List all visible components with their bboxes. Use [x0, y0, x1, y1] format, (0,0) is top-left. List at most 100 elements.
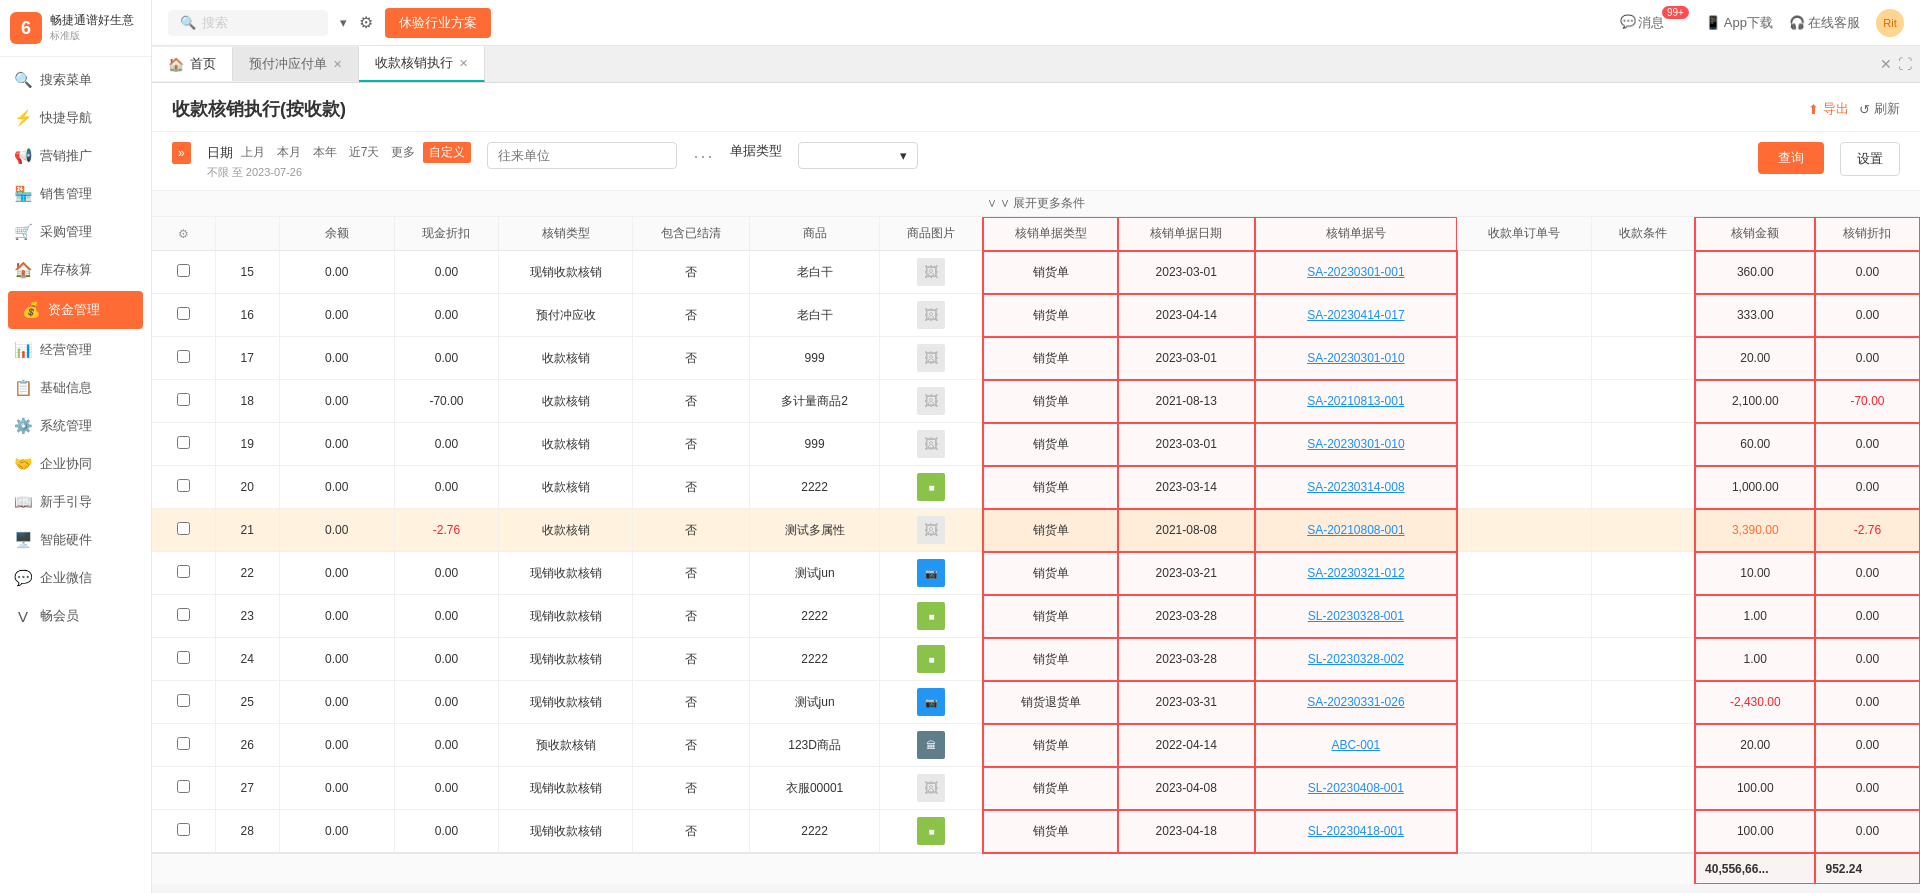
bill-no-link[interactable]: SL-20230328-002 [1308, 652, 1404, 666]
row-checkbox[interactable] [177, 608, 190, 621]
td-bill-no[interactable]: SA-20230301-001 [1255, 251, 1457, 294]
filter-expand-button[interactable]: » [172, 142, 191, 164]
td-bill-no[interactable]: SA-20230314-008 [1255, 466, 1457, 509]
td-checkbox[interactable] [152, 509, 216, 552]
td-bill-no[interactable]: SA-20230414-017 [1255, 294, 1457, 337]
tab-home[interactable]: 🏠 首页 [152, 47, 233, 81]
th-settings[interactable]: ⚙ [152, 217, 216, 251]
td-bill-no[interactable]: SA-20210813-001 [1255, 380, 1457, 423]
date-7days-btn[interactable]: 近7天 [345, 142, 384, 163]
row-checkbox[interactable] [177, 522, 190, 535]
sidebar-item-inventory[interactable]: 🏠 库存核算 [0, 251, 151, 289]
row-checkbox[interactable] [177, 651, 190, 664]
row-checkbox[interactable] [177, 565, 190, 578]
bill-no-link[interactable]: SL-20230408-001 [1308, 781, 1404, 795]
tab-prepay-writeoff[interactable]: 预付冲应付单 ✕ [233, 47, 359, 81]
date-prev-month-btn[interactable]: 上月 [237, 142, 269, 163]
bill-no-link[interactable]: SL-20230418-001 [1308, 824, 1404, 838]
td-checkbox[interactable] [152, 251, 216, 294]
sidebar-item-purchase[interactable]: 🛒 采购管理 [0, 213, 151, 251]
date-this-year-btn[interactable]: 本年 [309, 142, 341, 163]
td-bill-no[interactable]: SA-20230301-010 [1255, 337, 1457, 380]
td-bill-no[interactable]: SL-20230408-001 [1255, 767, 1457, 810]
tab-maximize-button[interactable]: ⛶ [1898, 56, 1912, 72]
setting-button[interactable]: 设置 [1840, 142, 1900, 176]
bill-no-link[interactable]: SA-20230331-026 [1307, 695, 1404, 709]
td-bill-no[interactable]: SL-20230328-002 [1255, 638, 1457, 681]
sidebar-item-search[interactable]: 🔍 搜索菜单 [0, 61, 151, 99]
bill-no-link[interactable]: SA-20230414-017 [1307, 308, 1404, 322]
row-checkbox[interactable] [177, 694, 190, 707]
td-checkbox[interactable] [152, 423, 216, 466]
bill-no-link[interactable]: ABC-001 [1332, 738, 1381, 752]
td-bill-no[interactable]: ABC-001 [1255, 724, 1457, 767]
bill-no-link[interactable]: SA-20230301-001 [1307, 265, 1404, 279]
td-bill-no[interactable]: SL-20230328-001 [1255, 595, 1457, 638]
topbar-dropdown[interactable]: ▾ [340, 15, 347, 30]
bill-no-link[interactable]: SA-20210813-001 [1307, 394, 1404, 408]
td-bill-no[interactable]: SA-20230301-010 [1255, 423, 1457, 466]
bill-no-link[interactable]: SA-20230321-012 [1307, 566, 1404, 580]
sidebar-item-system[interactable]: ⚙️ 系统管理 [0, 407, 151, 445]
online-service-link[interactable]: 🎧 在线客服 [1789, 14, 1860, 32]
date-this-month-btn[interactable]: 本月 [273, 142, 305, 163]
sidebar-item-guide[interactable]: 📖 新手引导 [0, 483, 151, 521]
row-checkbox[interactable] [177, 479, 190, 492]
row-checkbox[interactable] [177, 264, 190, 277]
td-checkbox[interactable] [152, 337, 216, 380]
sidebar-item-smart-hw[interactable]: 🖥️ 智能硬件 [0, 521, 151, 559]
sidebar-item-base-info[interactable]: 📋 基础信息 [0, 369, 151, 407]
tab-prepay-close-icon[interactable]: ✕ [333, 58, 342, 71]
sidebar-item-enterprise[interactable]: 🤝 企业协同 [0, 445, 151, 483]
td-checkbox[interactable] [152, 380, 216, 423]
td-bill-no[interactable]: SL-20230418-001 [1255, 810, 1457, 854]
bill-type-select[interactable]: ▾ [798, 142, 918, 169]
td-checkbox[interactable] [152, 595, 216, 638]
bill-no-link[interactable]: SA-20230301-010 [1307, 351, 1404, 365]
td-checkbox[interactable] [152, 638, 216, 681]
export-button[interactable]: ⬆ 导出 [1808, 100, 1849, 118]
td-bill-no[interactable]: SA-20230321-012 [1255, 552, 1457, 595]
date-more-btn[interactable]: 更多 [387, 142, 419, 163]
bill-no-link[interactable]: SA-20230301-010 [1307, 437, 1404, 451]
td-checkbox[interactable] [152, 294, 216, 337]
row-checkbox[interactable] [177, 737, 190, 750]
bill-no-link[interactable]: SA-20210808-001 [1307, 523, 1404, 537]
td-bill-no[interactable]: SA-20230331-026 [1255, 681, 1457, 724]
td-checkbox[interactable] [152, 724, 216, 767]
expand-more-bar[interactable]: ∨ ∨ 展开更多条件 [152, 191, 1920, 217]
message-button[interactable]: 💬 消息 99+ [1620, 14, 1689, 32]
sidebar-item-marketing[interactable]: 📢 营销推广 [0, 137, 151, 175]
partner-input[interactable] [487, 142, 677, 169]
industry-solution-button[interactable]: 休验行业方案 [385, 8, 491, 38]
sidebar-item-sales[interactable]: 🏪 销售管理 [0, 175, 151, 213]
column-settings-icon[interactable]: ⚙ [178, 227, 189, 241]
topbar-gear-icon[interactable]: ⚙ [359, 13, 373, 32]
td-bill-no[interactable]: SA-20210808-001 [1255, 509, 1457, 552]
bill-no-link[interactable]: SL-20230328-001 [1308, 609, 1404, 623]
sidebar-item-quick-nav[interactable]: ⚡ 快捷导航 [0, 99, 151, 137]
app-download-link[interactable]: 📱 App下载 [1705, 14, 1773, 32]
td-checkbox[interactable] [152, 552, 216, 595]
td-checkbox[interactable] [152, 810, 216, 854]
tab-close-button[interactable]: ✕ [1880, 56, 1892, 72]
sidebar-item-wechat[interactable]: 💬 企业微信 [0, 559, 151, 597]
row-checkbox[interactable] [177, 350, 190, 363]
refresh-button[interactable]: ↺ 刷新 [1859, 100, 1900, 118]
bill-no-link[interactable]: SA-20230314-008 [1307, 480, 1404, 494]
tab-receipt-close-icon[interactable]: ✕ [459, 57, 468, 70]
td-checkbox[interactable] [152, 466, 216, 509]
query-button[interactable]: 查询 [1758, 142, 1824, 174]
td-checkbox[interactable] [152, 767, 216, 810]
row-checkbox[interactable] [177, 823, 190, 836]
row-checkbox[interactable] [177, 436, 190, 449]
row-checkbox[interactable] [177, 307, 190, 320]
sidebar-item-finance[interactable]: 💰 资金管理 [8, 291, 143, 329]
user-avatar[interactable]: Rit [1876, 9, 1904, 37]
date-custom-btn[interactable]: 自定义 [423, 142, 471, 163]
tab-receipt-writeoff[interactable]: 收款核销执行 ✕ [359, 46, 485, 82]
sidebar-item-operation[interactable]: 📊 经营管理 [0, 331, 151, 369]
row-checkbox[interactable] [177, 393, 190, 406]
sidebar-item-member[interactable]: V 畅会员 [0, 597, 151, 635]
row-checkbox[interactable] [177, 780, 190, 793]
